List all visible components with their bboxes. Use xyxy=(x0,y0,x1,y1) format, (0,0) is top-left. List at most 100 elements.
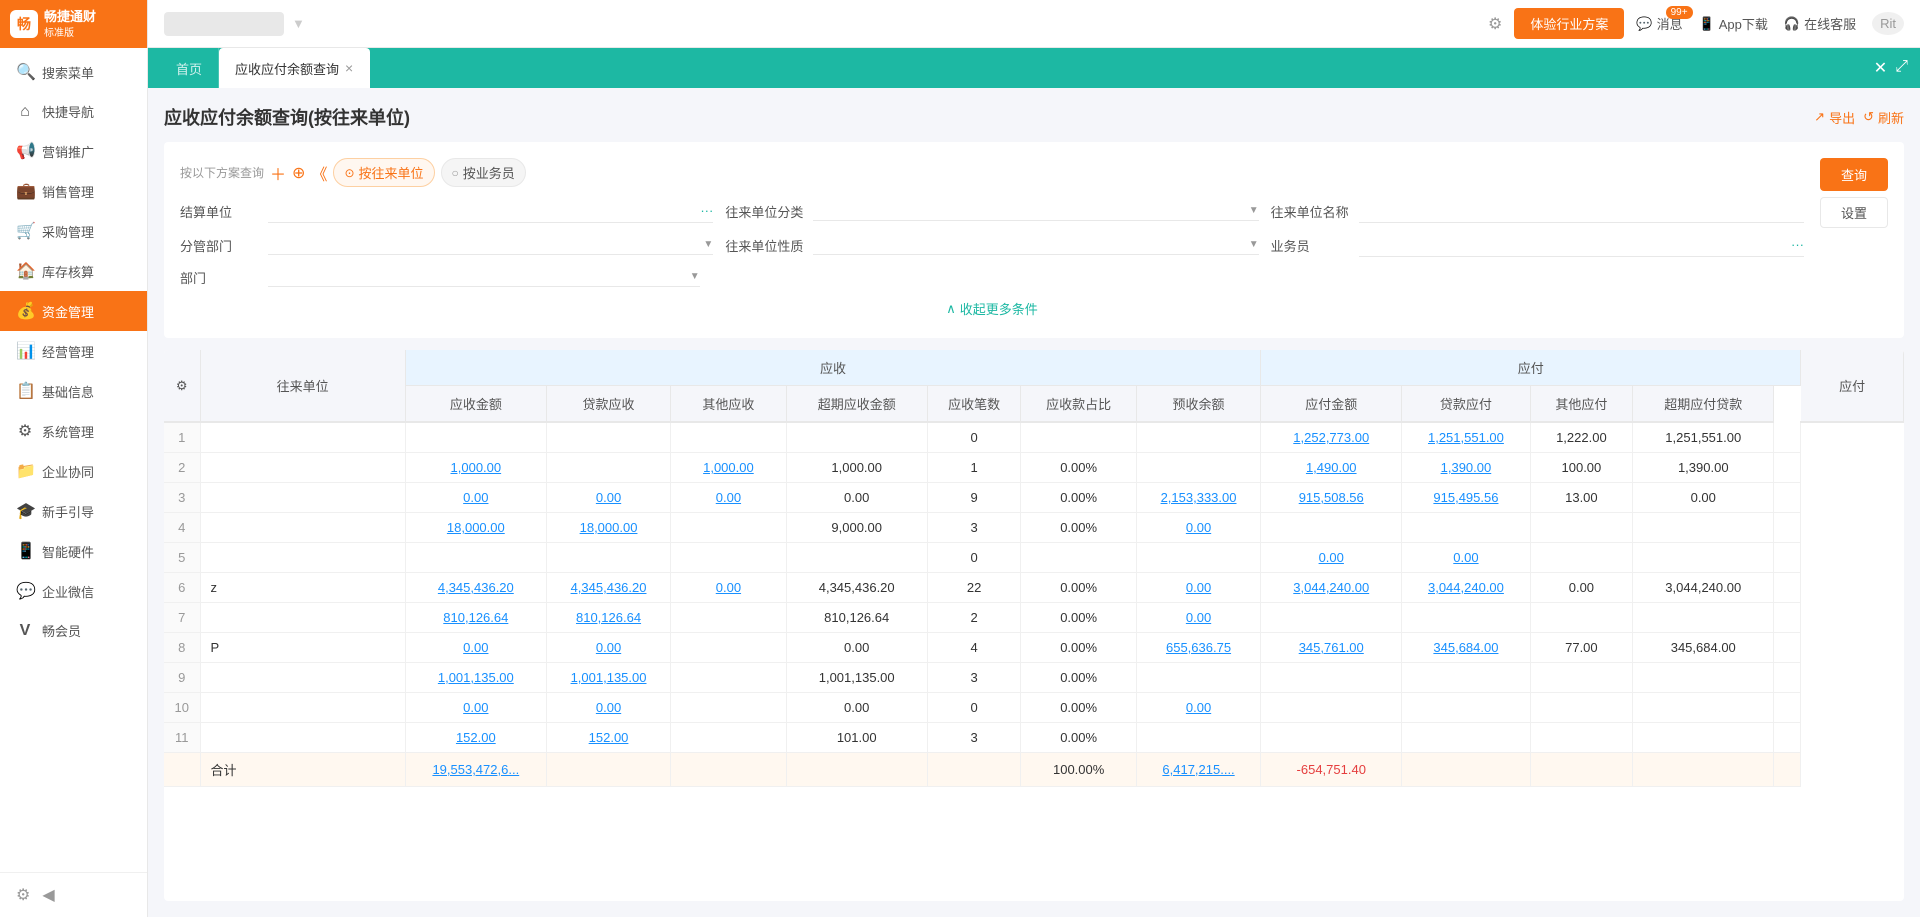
total-ar-amount[interactable]: 19,553,472,6... xyxy=(405,753,546,787)
row-ap-amount[interactable]: 345,761.00 xyxy=(1261,633,1402,663)
row-ap-loan[interactable]: 1,390.00 xyxy=(1402,453,1530,483)
group-by-salesman[interactable]: ○ 按业务员 xyxy=(441,158,526,187)
row-ar-loan[interactable]: 1,001,135.00 xyxy=(546,663,670,693)
export-button[interactable]: ↗ 导出 xyxy=(1814,108,1855,127)
tab-home[interactable]: 首页 xyxy=(160,48,219,88)
promo-button[interactable]: 体验行业方案 xyxy=(1514,8,1624,39)
row-ap-amount[interactable]: 1,490.00 xyxy=(1261,453,1402,483)
sidebar-item-inventory[interactable]: 🏠 库存核算 xyxy=(0,251,147,291)
row-ar-loan[interactable]: 810,126.64 xyxy=(546,603,670,633)
row-ap-loan[interactable] xyxy=(1402,513,1530,543)
row-ap-amount[interactable]: 0.00 xyxy=(1261,543,1402,573)
row-ar-prepay[interactable] xyxy=(1136,422,1260,453)
row-ap-amount[interactable]: 1,252,773.00 xyxy=(1261,422,1402,453)
row-ar-prepay[interactable] xyxy=(1136,543,1260,573)
add-schema-icon[interactable]: ＋ xyxy=(270,161,286,185)
row-ar-other[interactable]: 1,000.00 xyxy=(671,453,786,483)
row-ar-loan[interactable] xyxy=(546,422,670,453)
settlement-unit-dots[interactable]: ··· xyxy=(700,203,713,218)
row-ar-amount[interactable]: 1,000.00 xyxy=(405,453,546,483)
topbar-gear-icon[interactable]: ⚙ xyxy=(1488,14,1502,34)
row-ap-loan[interactable]: 0.00 xyxy=(1402,543,1530,573)
row-ap-loan[interactable] xyxy=(1402,723,1530,753)
dept-select[interactable]: ▼ xyxy=(268,267,700,287)
row-ar-other[interactable] xyxy=(671,723,786,753)
row-ar-prepay[interactable]: 0.00 xyxy=(1136,693,1260,723)
row-ar-prepay[interactable]: 655,636.75 xyxy=(1136,633,1260,663)
col-settings-header[interactable]: ⚙ xyxy=(164,350,200,422)
row-ar-other[interactable]: 0.00 xyxy=(671,483,786,513)
salesman-input[interactable]: ··· xyxy=(1359,233,1804,257)
sidebar-item-sales[interactable]: 💼 销售管理 xyxy=(0,171,147,211)
settlement-unit-input[interactable]: ··· xyxy=(268,199,713,223)
row-ar-prepay[interactable] xyxy=(1136,663,1260,693)
query-button[interactable]: 查询 xyxy=(1820,158,1888,191)
row-ar-prepay[interactable] xyxy=(1136,723,1260,753)
partner-category-select[interactable]: ▼ xyxy=(813,201,1258,221)
row-ar-loan[interactable]: 0.00 xyxy=(546,633,670,663)
settings-button[interactable]: 设置 xyxy=(1820,197,1888,228)
row-ar-other[interactable] xyxy=(671,633,786,663)
row-ar-loan[interactable] xyxy=(546,543,670,573)
row-ar-amount[interactable] xyxy=(405,422,546,453)
tab-close-all-icon[interactable]: ✕ xyxy=(1874,58,1887,78)
row-ap-loan[interactable]: 1,251,551.00 xyxy=(1402,422,1530,453)
row-ar-amount[interactable]: 4,345,436.20 xyxy=(405,573,546,603)
row-ar-loan[interactable]: 152.00 xyxy=(546,723,670,753)
row-ar-other[interactable] xyxy=(671,693,786,723)
row-ap-amount[interactable] xyxy=(1261,723,1402,753)
online-service-button[interactable]: 🎧 在线客服 xyxy=(1784,14,1856,33)
row-ar-prepay[interactable]: 2,153,333.00 xyxy=(1136,483,1260,513)
user-name[interactable]: Rit xyxy=(1872,16,1904,31)
group-by-partner[interactable]: ⊙ 按往来单位 xyxy=(333,158,434,187)
row-ap-loan[interactable] xyxy=(1402,663,1530,693)
row-ar-prepay[interactable]: 0.00 xyxy=(1136,513,1260,543)
app-download-button[interactable]: 📱 App下载 xyxy=(1699,14,1768,33)
row-ar-loan[interactable]: 18,000.00 xyxy=(546,513,670,543)
row-ap-amount[interactable] xyxy=(1261,693,1402,723)
settings-footer-icon[interactable]: ⚙ xyxy=(16,885,30,905)
row-ar-other[interactable]: 0.00 xyxy=(671,573,786,603)
row-ar-amount[interactable]: 152.00 xyxy=(405,723,546,753)
row-ar-other[interactable] xyxy=(671,422,786,453)
row-ar-prepay[interactable]: 0.00 xyxy=(1136,603,1260,633)
sidebar-item-vip[interactable]: V 畅会员 xyxy=(0,611,147,650)
dept-manage-select[interactable]: ▼ xyxy=(268,235,713,255)
row-ap-loan[interactable] xyxy=(1402,693,1530,723)
sidebar-item-operation[interactable]: 📊 经营管理 xyxy=(0,331,147,371)
sidebar-item-purchase[interactable]: 🛒 采购管理 xyxy=(0,211,147,251)
row-ap-amount[interactable] xyxy=(1261,663,1402,693)
row-ar-prepay[interactable]: 0.00 xyxy=(1136,573,1260,603)
edit-schema-icon[interactable]: ⊕ xyxy=(292,163,305,183)
filter-collapse[interactable]: ∧ 收起更多条件 xyxy=(180,295,1804,322)
row-ap-amount[interactable]: 3,044,240.00 xyxy=(1261,573,1402,603)
message-button[interactable]: 💬 消息 99+ xyxy=(1636,14,1682,33)
refresh-button[interactable]: ↺ 刷新 xyxy=(1863,108,1904,127)
total-ar-prepay[interactable]: 6,417,215.... xyxy=(1136,753,1260,787)
tab-close-icon[interactable]: × xyxy=(345,60,353,76)
salesman-dots[interactable]: ··· xyxy=(1791,237,1804,252)
sidebar-item-collab[interactable]: 📁 企业协同 xyxy=(0,451,147,491)
row-ap-amount[interactable] xyxy=(1261,513,1402,543)
row-ar-other[interactable] xyxy=(671,543,786,573)
row-ar-other[interactable] xyxy=(671,663,786,693)
row-ar-amount[interactable]: 18,000.00 xyxy=(405,513,546,543)
sidebar-item-wechat[interactable]: 💬 企业微信 xyxy=(0,571,147,611)
row-ar-other[interactable] xyxy=(671,603,786,633)
row-ar-amount[interactable]: 1,001,135.00 xyxy=(405,663,546,693)
sidebar-item-base-info[interactable]: 📋 基础信息 xyxy=(0,371,147,411)
row-ar-amount[interactable]: 0.00 xyxy=(405,483,546,513)
row-ar-loan[interactable]: 4,345,436.20 xyxy=(546,573,670,603)
row-ar-amount[interactable]: 0.00 xyxy=(405,693,546,723)
row-ap-amount[interactable] xyxy=(1261,603,1402,633)
row-ap-loan[interactable]: 3,044,240.00 xyxy=(1402,573,1530,603)
row-ar-loan[interactable]: 0.00 xyxy=(546,693,670,723)
sidebar-item-system[interactable]: ⚙ 系统管理 xyxy=(0,411,147,451)
row-ap-loan[interactable]: 345,684.00 xyxy=(1402,633,1530,663)
row-ar-loan[interactable]: 0.00 xyxy=(546,483,670,513)
tab-expand-icon[interactable]: ⤢ xyxy=(1895,58,1908,78)
sidebar-item-marketing[interactable]: 📢 营销推广 xyxy=(0,131,147,171)
sidebar-item-finance[interactable]: 💰 资金管理 xyxy=(0,291,147,331)
sidebar-item-smart-hw[interactable]: 📱 智能硬件 xyxy=(0,531,147,571)
partner-name-input[interactable] xyxy=(1359,199,1804,223)
